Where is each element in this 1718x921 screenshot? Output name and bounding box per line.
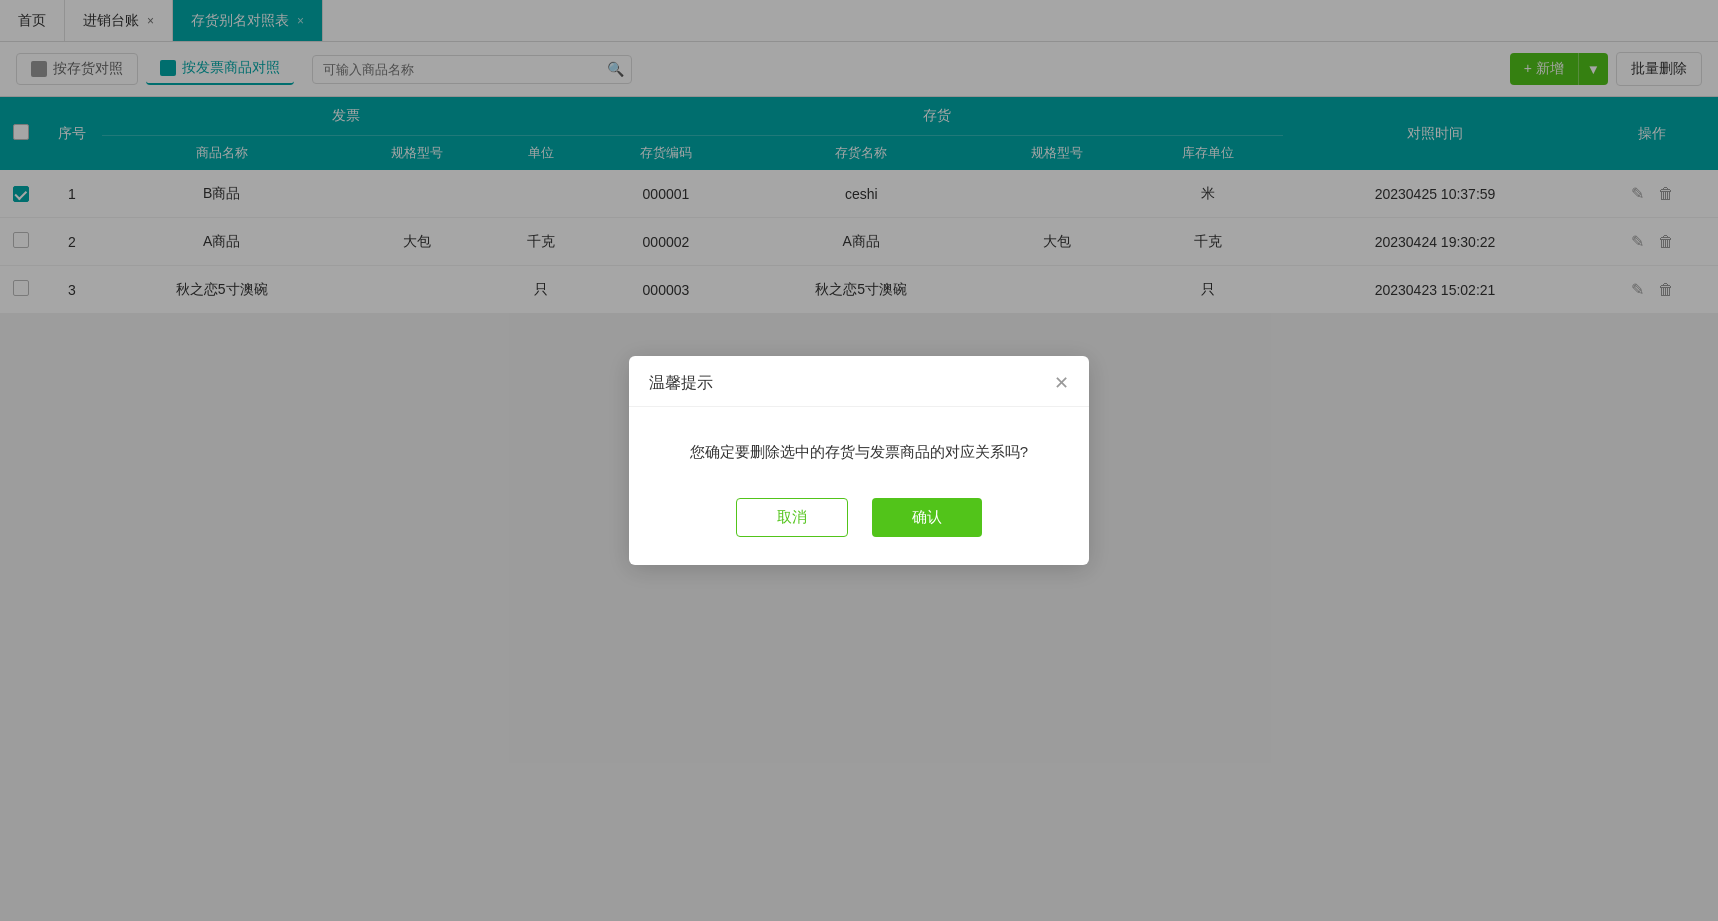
dialog-header: 温馨提示 ✕ (629, 356, 1089, 407)
dialog-close-icon[interactable]: ✕ (1054, 372, 1069, 394)
btn-confirm-label: 确认 (912, 508, 942, 525)
dialog-footer: 取消 确认 (629, 490, 1089, 565)
btn-confirm[interactable]: 确认 (872, 498, 982, 537)
modal-overlay: 温馨提示 ✕ 您确定要删除选中的存货与发票商品的对应关系吗? 取消 确认 (0, 0, 1718, 921)
confirm-dialog: 温馨提示 ✕ 您确定要删除选中的存货与发票商品的对应关系吗? 取消 确认 (629, 356, 1089, 565)
btn-cancel-label: 取消 (777, 508, 807, 525)
btn-cancel[interactable]: 取消 (736, 498, 848, 537)
dialog-message: 您确定要删除选中的存货与发票商品的对应关系吗? (690, 443, 1028, 460)
dialog-body: 您确定要删除选中的存货与发票商品的对应关系吗? (629, 407, 1089, 490)
dialog-title: 温馨提示 (649, 373, 713, 394)
